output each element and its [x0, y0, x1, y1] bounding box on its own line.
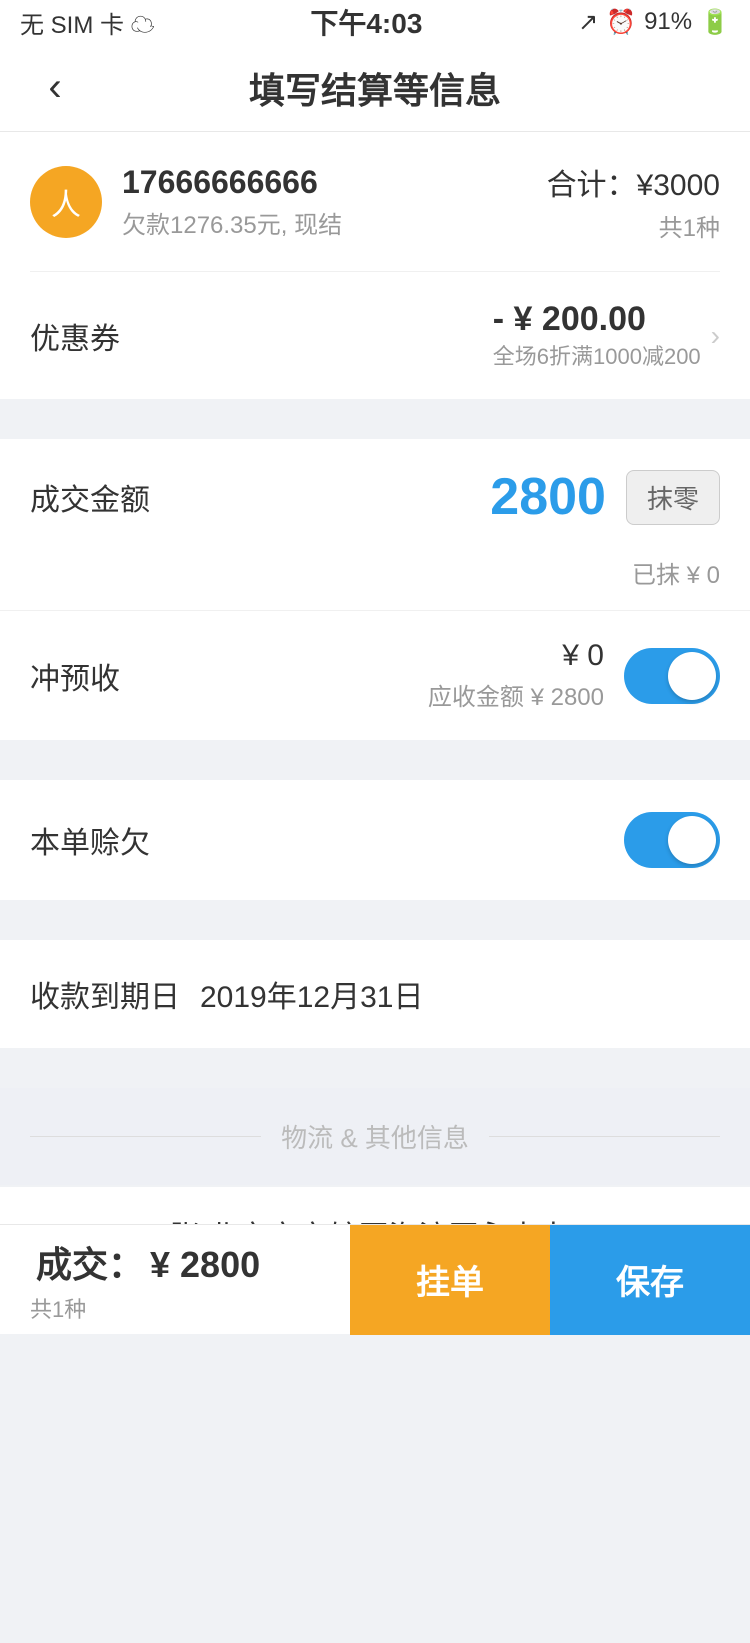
page-title: 填写结算等信息 — [80, 62, 670, 114]
eraze-button[interactable]: 抹零 — [626, 470, 720, 525]
date-value: 2019年12月31日 — [200, 972, 423, 1016]
amount-label: 成交金额 — [30, 475, 150, 519]
prepay-desc: 应收金额 ¥ 2800 — [428, 677, 604, 712]
gray-separator-3 — [0, 900, 750, 920]
coupon-value-block: - ¥ 200.00 全场6折满1000减200 — [493, 300, 701, 371]
coupon-chevron-icon: › — [711, 320, 720, 352]
coupon-right: - ¥ 200.00 全场6折满1000减200 › — [493, 300, 720, 371]
save-button[interactable]: 保存 — [550, 1225, 750, 1335]
eraze-desc: 已抹 ¥ 0 — [632, 562, 720, 589]
battery-icon: 🔋 — [700, 8, 730, 37]
coupon-row[interactable]: 优惠券 - ¥ 200.00 全场6折满1000减200 › — [0, 272, 750, 399]
logistics-line-left — [30, 1136, 261, 1137]
bottom-bar: 成交：¥ 2800 共1种 挂单 保存 — [0, 1224, 750, 1334]
nav-bar: ‹ 填写结算等信息 — [0, 44, 750, 132]
bottom-summary-top: 成交：¥ 2800 — [30, 1236, 320, 1288]
bottom-summary-label: 成交： — [36, 1244, 144, 1285]
prepay-label: 冲预收 — [30, 654, 120, 698]
prepay-toggle[interactable] — [624, 648, 720, 704]
logistics-label: 物流 & 其他信息 — [281, 1118, 469, 1155]
customer-card: 人 17666666666 欠款1276.35元, 现结 合计：¥3000 共1… — [0, 132, 750, 399]
prepay-right: ¥ 0 应收金额 ¥ 2800 — [428, 639, 720, 712]
date-label: 收款到期日 — [30, 972, 180, 1016]
coupon-amount: - ¥ 200.00 — [493, 300, 701, 339]
total-amount: 合计：¥3000 — [547, 160, 720, 204]
customer-right: 合计：¥3000 共1种 — [547, 160, 720, 243]
amount-section: 成交金额 2800 抹零 已抹 ¥ 0 冲预收 ¥ 0 应收金额 ¥ 2800 — [0, 439, 750, 740]
prepay-row: 冲预收 ¥ 0 应收金额 ¥ 2800 — [0, 610, 750, 740]
customer-left: 人 17666666666 欠款1276.35元, 现结 — [30, 164, 342, 240]
total-count: 共1种 — [547, 208, 720, 243]
credit-toggle[interactable] — [624, 812, 720, 868]
avatar-icon: 人 — [51, 180, 81, 224]
main-content: 人 17666666666 欠款1276.35元, 现结 合计：¥3000 共1… — [0, 132, 750, 1643]
back-button[interactable]: ‹ — [30, 63, 80, 113]
status-bar: 无 SIM 卡 ☁ 下午4:03 ↗ ⏰ 91% 🔋 — [0, 0, 750, 44]
status-left: 无 SIM 卡 ☁ — [20, 5, 155, 40]
status-right: ↗ ⏰ 91% 🔋 — [578, 8, 730, 37]
eraze-sub: 已抹 ¥ 0 — [0, 555, 750, 610]
location-icon: ↗ — [578, 8, 598, 37]
hang-button[interactable]: 挂单 — [350, 1225, 550, 1335]
logistics-title: 物流 & 其他信息 — [30, 1118, 720, 1155]
prepay-amount: ¥ 0 — [428, 639, 604, 673]
sim-status: 无 SIM 卡 ☁ — [20, 5, 155, 40]
alarm-icon: ⏰ — [606, 8, 636, 37]
coupon-label: 优惠券 — [30, 314, 120, 358]
credit-label: 本单赊欠 — [30, 818, 150, 862]
bottom-filler — [0, 1333, 750, 1533]
amount-right: 2800 抹零 — [490, 467, 720, 527]
credit-row: 本单赊欠 — [0, 780, 750, 900]
gray-separator-1 — [0, 419, 750, 439]
customer-note: 欠款1276.35元, 现结 — [122, 205, 342, 240]
toggle-knob — [668, 652, 716, 700]
logistics-section: 物流 & 其他信息 — [0, 1088, 750, 1185]
customer-phone: 17666666666 — [122, 164, 342, 201]
amount-row: 成交金额 2800 抹零 — [0, 439, 750, 555]
gray-separator-4 — [0, 1048, 750, 1068]
logistics-line-right — [489, 1136, 720, 1137]
back-icon: ‹ — [48, 65, 61, 110]
bottom-summary: 成交：¥ 2800 共1种 — [0, 1236, 350, 1324]
date-row: 收款到期日 2019年12月31日 — [0, 940, 750, 1048]
avatar: 人 — [30, 166, 102, 238]
coupon-desc: 全场6折满1000减200 — [493, 339, 701, 371]
battery-level: 91% — [644, 8, 692, 36]
amount-value: 2800 — [490, 467, 606, 527]
gray-separator-2 — [0, 740, 750, 760]
customer-info: 17666666666 欠款1276.35元, 现结 — [122, 164, 342, 240]
credit-toggle-knob — [668, 816, 716, 864]
bottom-summary-amount: ¥ 2800 — [150, 1244, 260, 1285]
customer-row: 人 17666666666 欠款1276.35元, 现结 合计：¥3000 共1… — [0, 132, 750, 271]
prepay-amount-block: ¥ 0 应收金额 ¥ 2800 — [428, 639, 604, 712]
status-time: 下午4:03 — [310, 2, 422, 42]
bottom-summary-count: 共1种 — [30, 1292, 320, 1324]
